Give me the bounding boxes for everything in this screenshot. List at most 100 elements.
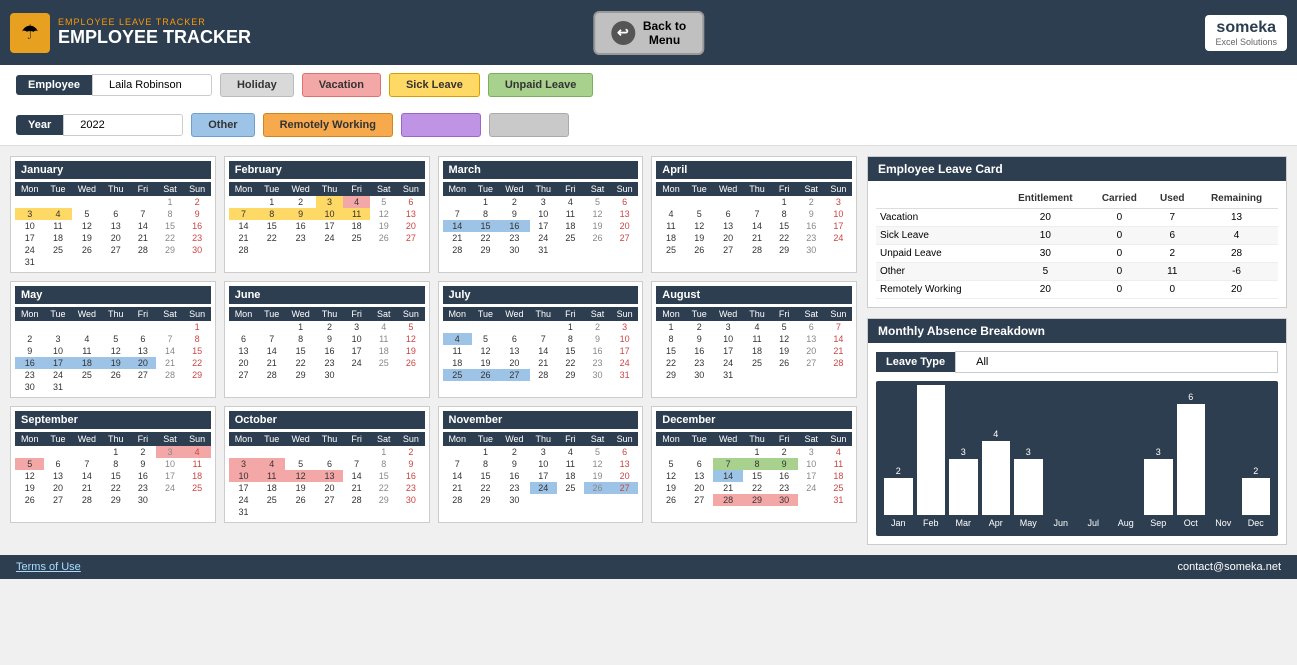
unpaid-leave-badge: Unpaid Leave bbox=[488, 73, 594, 97]
chart-bar-fill bbox=[982, 441, 1011, 515]
someka-logo: someka Excel Solutions bbox=[1205, 15, 1287, 51]
march-table: MonTueWedThuFriSatSun 123456 78910111213… bbox=[443, 182, 639, 256]
february-title: February bbox=[229, 161, 425, 179]
contact-email: contact@someka.net bbox=[1178, 561, 1282, 573]
chart-bar-label: Apr bbox=[989, 518, 1003, 528]
november-calendar: November MonTueWedThuFriSatSun 123456 78… bbox=[438, 406, 644, 523]
april-table: MonTueWedThuFriSatSun 123 45678910 11121… bbox=[656, 182, 852, 256]
leave-card-table: Entitlement Carried Used Remaining Vacat… bbox=[876, 189, 1278, 299]
september-calendar: September MonTueWedThuFriSatSun 1234 567… bbox=[10, 406, 216, 523]
vacation-badge: Vacation bbox=[302, 73, 381, 97]
chart-bar-value: 2 bbox=[896, 466, 901, 476]
may-table: MonTueWedThuFriSatSun 1 2345678 91011121… bbox=[15, 307, 211, 393]
june-table: MonTueWedThuFriSatSun 12345 6789101112 1… bbox=[229, 307, 425, 381]
calendar-grid: January MonTueWedThuFriSatSun 12 3456789… bbox=[10, 156, 857, 523]
app-icon: ☂ bbox=[10, 13, 50, 53]
august-calendar: August MonTueWedThuFriSatSun 1234567 891… bbox=[651, 281, 857, 398]
april-calendar: April MonTueWedThuFriSatSun 123 45678910… bbox=[651, 156, 857, 273]
chart-bar-value: 6 bbox=[1188, 392, 1193, 402]
august-table: MonTueWedThuFriSatSun 1234567 8910111213… bbox=[656, 307, 852, 381]
chart-bar-label: Jul bbox=[1087, 518, 1099, 528]
chart-bar-value: 2 bbox=[1253, 466, 1258, 476]
back-to-menu-button[interactable]: ↩ Back to Menu bbox=[593, 11, 704, 55]
employee-field: Employee Laila Robinson bbox=[16, 74, 212, 96]
january-title: January bbox=[15, 161, 211, 179]
chart-bar-group: 4Apr bbox=[982, 429, 1011, 528]
chart-bar-label: Dec bbox=[1248, 518, 1264, 528]
october-title: October bbox=[229, 411, 425, 429]
chart-bar-label: Sep bbox=[1150, 518, 1166, 528]
chart-bar-group: 2 Jan bbox=[884, 466, 913, 528]
someka-sub: Excel Solutions bbox=[1215, 37, 1277, 47]
chart-bar-label: Jun bbox=[1053, 518, 1068, 528]
march-calendar: March MonTueWedThuFriSatSun 123456 78910… bbox=[438, 156, 644, 273]
december-calendar: December MonTueWedThuFriSatSun 1234 5678… bbox=[651, 406, 857, 523]
gray-badge bbox=[489, 113, 569, 137]
chart-bar-label: May bbox=[1020, 518, 1037, 528]
logo-area: ☂ EMPLOYEE LEAVE TRACKER EMPLOYEE TRACKE… bbox=[10, 13, 251, 53]
other-badge: Other bbox=[191, 113, 254, 137]
right-panel: Employee Leave Card Entitlement Carried … bbox=[867, 156, 1287, 545]
february-table: MonTueWedThuFriSatSun 123456 78910111213… bbox=[229, 182, 425, 256]
january-calendar: January MonTueWedThuFriSatSun 12 3456789… bbox=[10, 156, 216, 273]
august-title: August bbox=[656, 286, 852, 304]
legend-bar: Employee Laila Robinson Holiday Vacation… bbox=[0, 65, 1297, 146]
july-calendar: July MonTueWedThuFriSatSun 123 45678910 … bbox=[438, 281, 644, 398]
leave-card-row: Unpaid Leave300228 bbox=[876, 245, 1278, 263]
chart-bar-label: Nov bbox=[1215, 518, 1231, 528]
october-calendar: October MonTueWedThuFriSatSun 12 3456789… bbox=[224, 406, 430, 523]
terms-link[interactable]: Terms of Use bbox=[16, 561, 81, 573]
chart-bar-group: 3Sep bbox=[1144, 447, 1173, 528]
chart-bar-fill bbox=[1177, 404, 1206, 515]
leave-card-row: Remotely Working200020 bbox=[876, 281, 1278, 299]
holiday-badge: Holiday bbox=[220, 73, 294, 97]
leave-col-entitlement: Entitlement bbox=[1002, 189, 1090, 209]
march-title: March bbox=[443, 161, 639, 179]
leave-col-used: Used bbox=[1150, 189, 1196, 209]
september-table: MonTueWedThuFriSatSun 1234 567891011 121… bbox=[15, 432, 211, 506]
leave-col-remaining: Remaining bbox=[1195, 189, 1278, 209]
year-field: Year 2022 bbox=[16, 114, 183, 136]
july-table: MonTueWedThuFriSatSun 123 45678910 11121… bbox=[443, 307, 639, 381]
leave-card-row: Vacation200713 bbox=[876, 209, 1278, 227]
chart-bar-label: Feb bbox=[923, 518, 939, 528]
leave-col-type bbox=[876, 189, 1002, 209]
remote-badge: Remotely Working bbox=[263, 113, 393, 137]
chart-bar-label: Jan bbox=[891, 518, 906, 528]
chart-bar-fill bbox=[949, 459, 978, 515]
year-value: 2022 bbox=[63, 114, 183, 136]
calendars-area: January MonTueWedThuFriSatSun 12 3456789… bbox=[10, 156, 857, 545]
chart-bar-value: 7 bbox=[928, 373, 933, 383]
december-table: MonTueWedThuFriSatSun 1234 567891011 121… bbox=[656, 432, 852, 506]
someka-name: someka bbox=[1215, 19, 1277, 37]
header-subtitle: EMPLOYEE LEAVE TRACKER bbox=[58, 17, 251, 27]
chart-bar-group: 7 Feb bbox=[917, 373, 946, 528]
chart-bar-fill bbox=[1014, 459, 1043, 515]
employee-leave-card: Employee Leave Card Entitlement Carried … bbox=[867, 156, 1287, 308]
footer: Terms of Use contact@someka.net bbox=[0, 555, 1297, 579]
chart-bar-group: 3 Mar bbox=[949, 447, 978, 528]
monthly-absence-card: Monthly Absence Breakdown Leave Type All… bbox=[867, 318, 1287, 545]
chart-bar-label: Aug bbox=[1118, 518, 1134, 528]
leave-card-row: Sick Leave10064 bbox=[876, 227, 1278, 245]
chart-bar-group: 6Oct bbox=[1177, 392, 1206, 528]
leave-type-label: Leave Type bbox=[876, 352, 955, 372]
leave-type-row: Leave Type All bbox=[876, 351, 1278, 373]
chart-bar-label: Mar bbox=[956, 518, 972, 528]
chart-bar-group: Aug bbox=[1112, 513, 1141, 528]
back-button-label: Back to Menu bbox=[643, 19, 686, 47]
sick-leave-badge: Sick Leave bbox=[389, 73, 480, 97]
employee-value: Laila Robinson bbox=[92, 74, 212, 96]
november-title: November bbox=[443, 411, 639, 429]
purple-badge bbox=[401, 113, 481, 137]
may-title: May bbox=[15, 286, 211, 304]
chart-bar-value: 3 bbox=[961, 447, 966, 457]
main-content: January MonTueWedThuFriSatSun 12 3456789… bbox=[0, 146, 1297, 555]
july-title: July bbox=[443, 286, 639, 304]
chart-bar-group: Nov bbox=[1209, 513, 1238, 528]
chart-bar-fill bbox=[1242, 478, 1271, 515]
chart-bar-value: 3 bbox=[1026, 447, 1031, 457]
chart-bar-group: Jul bbox=[1079, 513, 1108, 528]
january-table: MonTueWedThuFriSatSun 12 3456789 1011121… bbox=[15, 182, 211, 268]
chart-bar-group: 2 Dec bbox=[1242, 466, 1271, 528]
